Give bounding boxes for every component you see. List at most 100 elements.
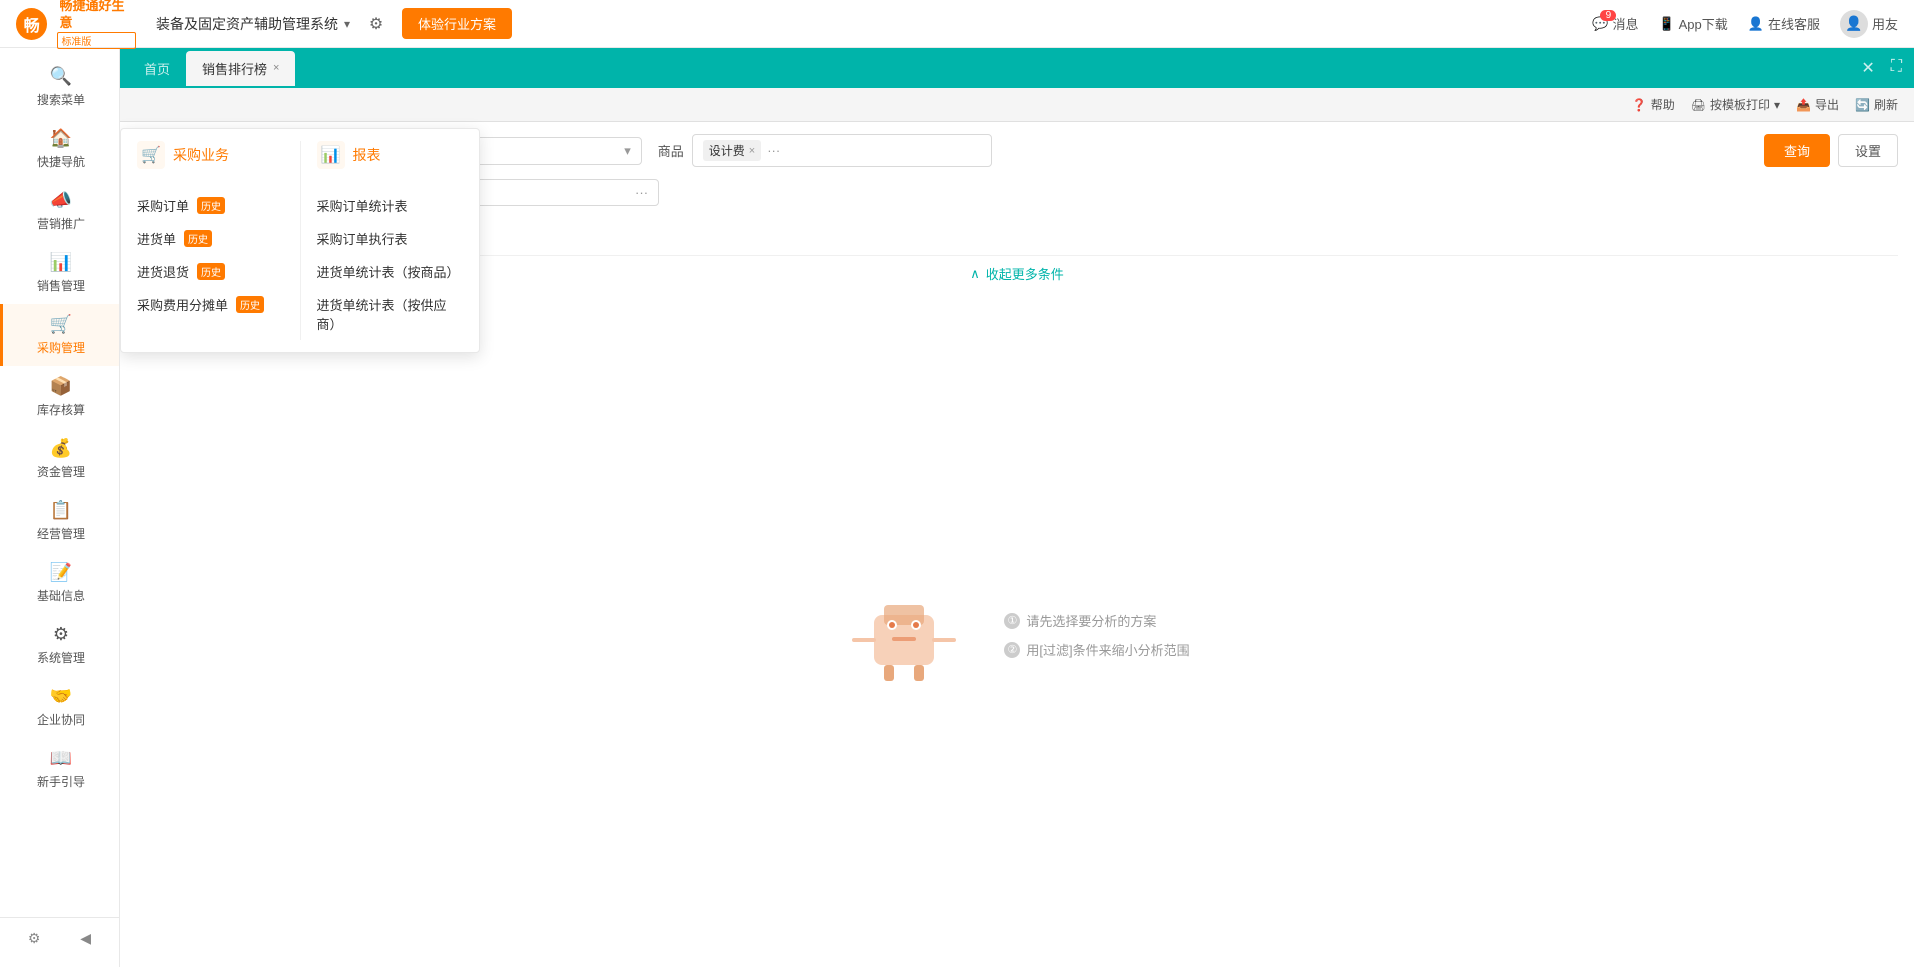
sidebar-item-operations[interactable]: 📋 经营管理	[0, 490, 119, 552]
message-icon: 💬 9	[1592, 16, 1608, 32]
sidebar-item-quick-nav[interactable]: 🏠 快捷导航	[0, 118, 119, 180]
tab-home[interactable]: 首页	[128, 51, 186, 86]
tab-sales-rank-label: 销售排行榜	[202, 59, 267, 78]
col-report-title: 报表	[353, 145, 381, 165]
sidebar-label-inventory: 库存核算	[37, 401, 85, 418]
col-purchase-icon: 🛒	[137, 141, 165, 169]
sidebar-label-quick-nav: 快捷导航	[37, 153, 85, 170]
sidebar-settings-btn[interactable]: ⚙	[28, 930, 41, 947]
export-btn[interactable]: 📤 导出	[1796, 96, 1839, 113]
sidebar-item-sales[interactable]: 📊 销售管理	[0, 242, 119, 304]
header-right: 💬 9 消息 📱 App下载 👤 在线客服 👤 用友	[1592, 10, 1898, 38]
print-btn[interactable]: 🖨 按模板打印 ▾	[1691, 96, 1780, 113]
sidebar-item-finance[interactable]: 💰 资金管理	[0, 428, 119, 490]
menu-report-receipt-goods[interactable]: 进货单统计表（按商品）	[317, 255, 464, 288]
goods-tag: 设计费 ×	[703, 140, 761, 161]
menu-report-order-exec[interactable]: 采购订单执行表	[317, 222, 464, 255]
sidebar-label-basic: 基础信息	[37, 587, 85, 604]
menu-purchase-return[interactable]: 进货退货 历史	[137, 255, 284, 288]
help-label: 帮助	[1651, 96, 1675, 113]
goods-input[interactable]: 设计费 × ···	[692, 134, 992, 167]
sidebar-item-system[interactable]: ⚙ 系统管理	[0, 614, 119, 676]
help-icon: ❓	[1632, 98, 1647, 112]
history-badge-2: 历史	[184, 230, 212, 247]
toolbar: ❓ 帮助 🖨 按模板打印 ▾ 📤 导出 🔄 刷新	[120, 88, 1914, 122]
sidebar-item-guide[interactable]: 📖 新手引导	[0, 738, 119, 800]
empty-state: ① 请先选择要分析的方案 ② 用[过滤]条件来缩小分析范围	[844, 585, 1189, 685]
tab-content-area: 🛒 采购业务 采购订单 历史 进货单 历史 进货退货	[120, 88, 1914, 967]
sidebar-item-purchase[interactable]: 🛒 采购管理	[0, 304, 119, 366]
export-label: 导出	[1815, 96, 1839, 113]
refresh-btn[interactable]: 🔄 刷新	[1855, 96, 1898, 113]
menu-report-receipt-supplier[interactable]: 进货单统计表（按供应商）	[317, 288, 464, 340]
sidebar-label-purchase: 采购管理	[37, 339, 85, 356]
tab-home-label: 首页	[144, 59, 170, 78]
sidebar-collapse-btn[interactable]: ◀	[80, 930, 91, 947]
collapse-label: 收起更多条件	[986, 264, 1064, 283]
menu-purchase-return-label: 进货退货	[137, 262, 189, 281]
step-dot-1: ①	[1004, 613, 1020, 629]
sidebar-label-enterprise: 企业协同	[37, 711, 85, 728]
empty-step-2: ② 用[过滤]条件来缩小分析范围	[1004, 640, 1189, 659]
goods-more-btn[interactable]: ···	[767, 143, 780, 158]
salesperson-input[interactable]: ···	[459, 179, 659, 206]
enterprise-icon: 🤝	[50, 686, 72, 707]
guide-icon: 📖	[50, 748, 72, 769]
sidebar-item-basic[interactable]: 📝 基础信息	[0, 552, 119, 614]
sidebar-item-search[interactable]: 🔍 搜索菜单	[0, 56, 119, 118]
salesperson-dots: ···	[635, 185, 648, 200]
content-area: 首页 销售排行榜 × ✕ ⛶ 🛒 采购业务	[120, 48, 1914, 967]
sidebar-item-marketing[interactable]: 📣 营销推广	[0, 180, 119, 242]
tab-close-btn[interactable]: ✕	[1857, 54, 1878, 82]
refresh-label: 刷新	[1874, 96, 1898, 113]
logo-area: 畅 畅捷通好生意 标准版	[16, 0, 136, 49]
menu-purchase-order[interactable]: 采购订单 历史	[137, 189, 284, 222]
online-service-btn[interactable]: 👤 在线客服	[1748, 14, 1820, 33]
help-btn[interactable]: ❓ 帮助	[1632, 96, 1675, 113]
export-icon: 📤	[1796, 98, 1811, 112]
settings-btn[interactable]: 设置	[1838, 134, 1898, 167]
col-purchase-title: 采购业务	[173, 145, 229, 165]
system-title-area: 装备及固定资产辅助管理系统 ▾ ⚙ 体验行业方案	[156, 8, 1592, 39]
inventory-icon: 📦	[50, 376, 72, 397]
print-label: 按模板打印	[1710, 96, 1770, 113]
tab-sales-rank[interactable]: 销售排行榜 ×	[186, 51, 295, 86]
query-btn[interactable]: 查询	[1764, 134, 1830, 167]
empty-svg	[844, 585, 964, 685]
chevron-down-icon: ▾	[624, 143, 631, 159]
tab-sales-rank-close[interactable]: ×	[273, 62, 279, 74]
phone-icon: 📱	[1658, 16, 1674, 32]
tab-expand-btn[interactable]: ⛶	[1887, 54, 1906, 82]
basic-icon: 📝	[50, 562, 72, 583]
step-2-text: 用[过滤]条件来缩小分析范围	[1026, 640, 1189, 659]
sidebar-label-search: 搜索菜单	[37, 91, 85, 108]
goods-tag-close-btn[interactable]: ×	[749, 145, 755, 157]
industry-btn[interactable]: 体验行业方案	[402, 8, 512, 39]
user-btn[interactable]: 👤 用友	[1840, 10, 1898, 38]
menu-purchase-expense[interactable]: 采购费用分摊单 历史	[137, 288, 284, 321]
menu-purchase-receipt[interactable]: 进货单 历史	[137, 222, 284, 255]
menu-purchase-receipt-label: 进货单	[137, 229, 176, 248]
avatar: 👤	[1840, 10, 1868, 38]
search-icon: 🔍	[50, 66, 72, 87]
sidebar-label-guide: 新手引导	[37, 773, 85, 790]
marketing-icon: 📣	[50, 190, 72, 211]
sidebar-item-inventory[interactable]: 📦 库存核算	[0, 366, 119, 428]
header-settings-btn[interactable]: ⚙	[362, 10, 390, 38]
menu-report-order-stats[interactable]: 采购订单统计表	[317, 189, 464, 222]
sidebar-bottom: ⚙ ◀	[0, 917, 119, 959]
sidebar: 🔍 搜索菜单 🏠 快捷导航 📣 营销推广 📊 销售管理 🛒 采购管理 📦 库存核…	[0, 48, 120, 967]
app-download-btn[interactable]: 📱 App下载	[1658, 14, 1727, 33]
system-dropdown-arrow[interactable]: ▾	[344, 17, 350, 31]
step-dot-2: ②	[1004, 642, 1020, 658]
sidebar-label-finance: 资金管理	[37, 463, 85, 480]
menu-purchase-expense-label: 采购费用分摊单	[137, 295, 228, 314]
message-label: 消息	[1612, 14, 1638, 33]
service-icon: 👤	[1748, 16, 1764, 32]
history-badge-4: 历史	[236, 296, 264, 313]
step-1-text: 请先选择要分析的方案	[1026, 611, 1156, 630]
message-btn[interactable]: 💬 9 消息	[1592, 14, 1638, 33]
brand-name: 畅捷通好生意	[59, 0, 136, 32]
sidebar-item-enterprise[interactable]: 🤝 企业协同	[0, 676, 119, 738]
dropdown-col-purchase: 🛒 采购业务 采购订单 历史 进货单 历史 进货退货	[121, 141, 300, 340]
